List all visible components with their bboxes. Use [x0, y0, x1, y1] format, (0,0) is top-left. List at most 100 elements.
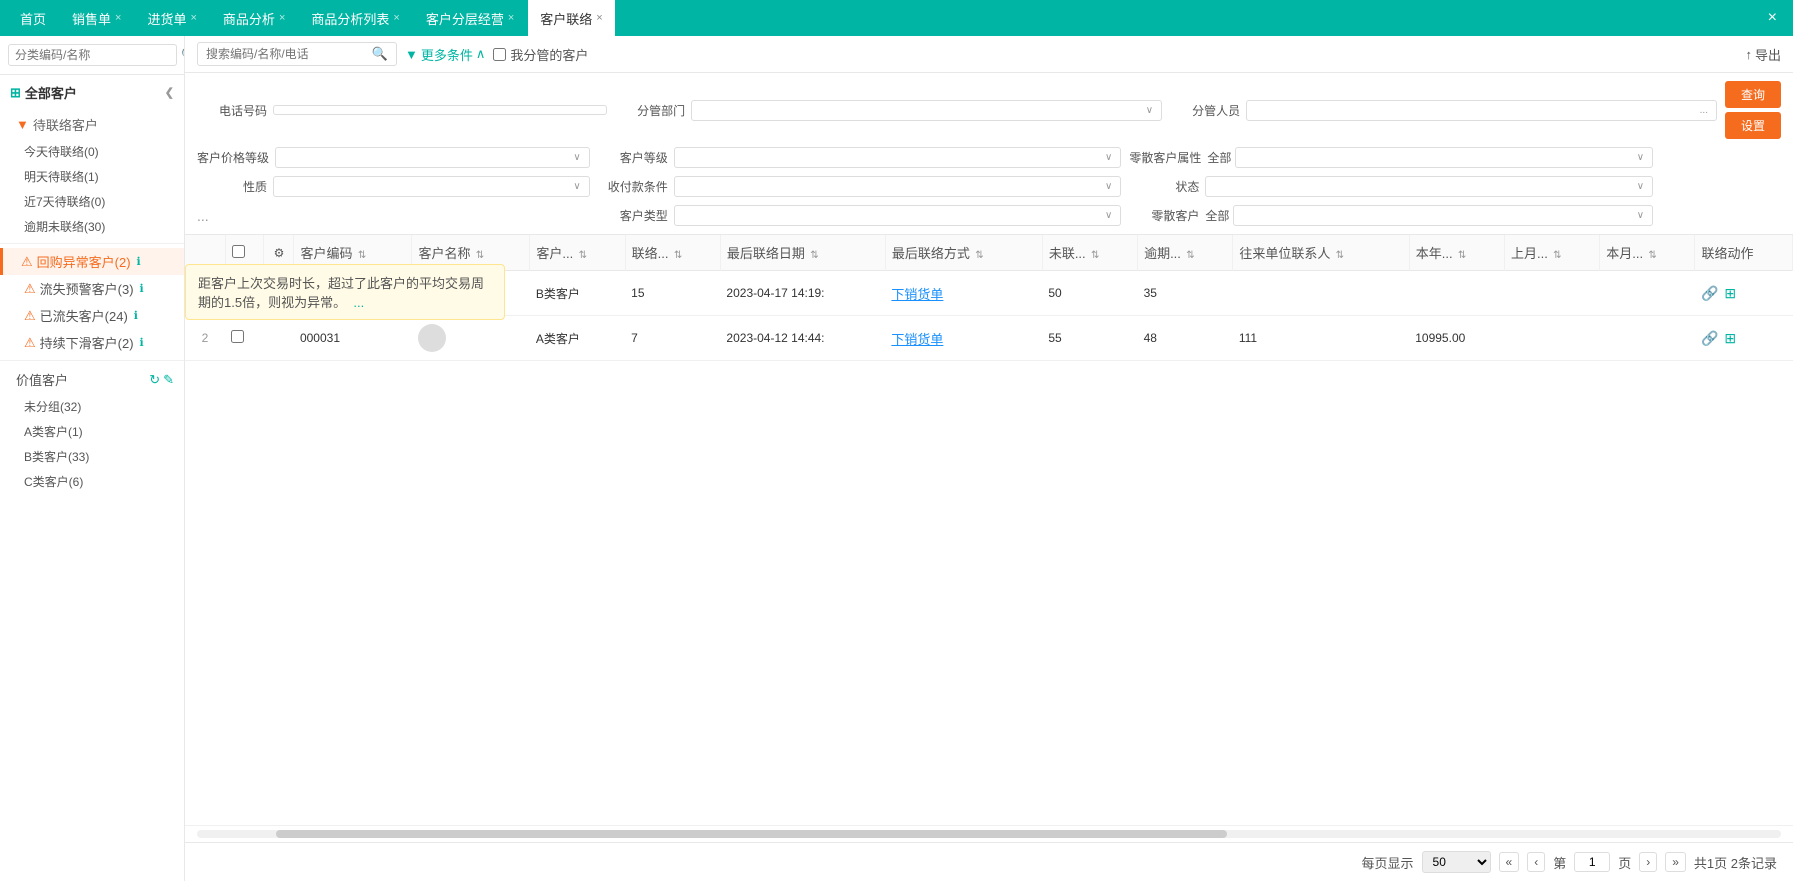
sidebar-search-area: 🔍 — [0, 36, 184, 75]
manager-input[interactable]: ... — [1246, 100, 1717, 121]
next-page-btn[interactable]: › — [1639, 852, 1657, 872]
refresh-icon[interactable]: ↻ — [149, 372, 160, 388]
dept-input[interactable]: ∨ — [691, 100, 1162, 121]
sidebar-item-7days[interactable]: 近7天待联络(0) — [0, 189, 184, 214]
col-overdue[interactable]: 逾期... ⇅ — [1138, 235, 1233, 271]
sidebar-all-customers[interactable]: ⊞ 全部客户 ❮ — [0, 75, 184, 110]
search-icon[interactable]: 🔍 — [372, 46, 388, 62]
close-icon[interactable]: × — [596, 12, 602, 24]
sidebar-item-churn-warning[interactable]: ⚠ 流失预警客户(3) ℹ — [0, 275, 184, 302]
chevron-down-icon: ∨ — [1637, 181, 1644, 192]
horizontal-scrollbar[interactable] — [185, 825, 1793, 842]
payment-input[interactable]: ∨ — [674, 176, 1122, 197]
more-filters-btn[interactable]: ... — [197, 208, 209, 224]
sidebar-item-today[interactable]: 今天待联络(0) — [0, 139, 184, 164]
sidebar-group-pending[interactable]: ▼ 待联络客户 — [0, 110, 184, 139]
my-customers-checkbox[interactable] — [493, 48, 506, 61]
close-icon[interactable]: × — [393, 12, 399, 24]
nav-item-customer-tier[interactable]: 客户分层经营 × — [414, 0, 526, 36]
row-last-method[interactable]: 下销货单 — [885, 271, 1042, 316]
nav-item-purchase[interactable]: 进货单 × — [135, 0, 208, 36]
row-last-method[interactable]: 下销货单 — [885, 316, 1042, 361]
sidebar-item-class-b[interactable]: B类客户(33) — [0, 444, 184, 469]
filter-gender: 性质 ∨ — [197, 176, 590, 197]
sidebar-item-unclassified[interactable]: 未分组(32) — [0, 394, 184, 419]
page-size-select[interactable]: 50 20 100 — [1422, 851, 1491, 873]
contact-icon[interactable]: 🔗 — [1701, 285, 1718, 302]
chevron-down-icon: ∨ — [1105, 181, 1112, 192]
collapse-icon[interactable]: ❮ — [165, 86, 174, 99]
nav-item-customer-contact[interactable]: 客户联络 × — [528, 0, 614, 36]
sidebar-item-tomorrow[interactable]: 明天待联络(1) — [0, 164, 184, 189]
nav-item-product-list[interactable]: 商品分析列表 × — [299, 0, 411, 36]
nav-item-home[interactable]: 首页 — [8, 0, 58, 36]
col-last-contact-method[interactable]: 最后联络方式 ⇅ — [885, 235, 1042, 271]
settings-button[interactable]: 设置 — [1725, 112, 1781, 139]
edit-icon[interactable]: ✎ — [163, 372, 174, 388]
sort-icon: ⇅ — [1458, 250, 1466, 261]
sidebar-item-repurchase-anomaly[interactable]: ⚠ 回购异常客户(2) ℹ — [0, 248, 184, 275]
last-page-btn[interactable]: » — [1665, 852, 1686, 872]
nav-item-sales[interactable]: 销售单 × — [60, 0, 133, 36]
close-icon[interactable]: × — [508, 12, 514, 24]
gender-input[interactable]: ∨ — [273, 176, 590, 197]
more-conditions-btn[interactable]: ▼ 更多条件 ∧ — [405, 45, 485, 64]
col-customer-type[interactable]: 客户... ⇅ — [530, 235, 625, 271]
warning-icon: ⚠ — [24, 308, 36, 324]
customer-type-input[interactable]: ∨ — [674, 205, 1122, 226]
sort-icon: ⇅ — [810, 250, 818, 261]
sidebar-item-class-c[interactable]: C类客户(6) — [0, 469, 184, 494]
sidebar-item-churned[interactable]: ⚠ 已流失客户(24) ℹ — [0, 302, 184, 329]
select-all-checkbox[interactable] — [232, 245, 245, 258]
row-this-month — [1600, 316, 1695, 361]
more-action-icon[interactable]: ⊞ — [1724, 330, 1736, 347]
row-select-checkbox[interactable] — [231, 330, 244, 343]
retail-input[interactable]: ∨ — [1233, 205, 1653, 226]
sort-icon: ⇅ — [1648, 250, 1656, 261]
first-page-btn[interactable]: « — [1499, 852, 1520, 872]
sort-icon: ⇅ — [674, 250, 682, 261]
close-icon[interactable]: × — [279, 12, 285, 24]
sidebar-item-overdue[interactable]: 逾期未联络(30) — [0, 214, 184, 239]
query-button[interactable]: 查询 — [1725, 81, 1781, 108]
sidebar-search-button[interactable]: 🔍 — [177, 45, 185, 65]
row-type: B类客户 — [530, 271, 625, 316]
col-unit-contacts[interactable]: 往来单位联系人 ⇅ — [1233, 235, 1409, 271]
col-this-month[interactable]: 本月... ⇅ — [1600, 235, 1695, 271]
customer-level-input[interactable]: ∨ — [674, 147, 1122, 168]
price-level-input[interactable]: ∨ — [275, 147, 590, 168]
chevron-down-icon: ∨ — [1637, 152, 1644, 163]
close-icon[interactable]: × — [115, 12, 121, 24]
page-number-input[interactable] — [1574, 852, 1610, 872]
status-input[interactable]: ∨ — [1205, 176, 1653, 197]
nav-close-btn[interactable]: × — [1760, 9, 1785, 27]
top-navigation: 首页 销售单 × 进货单 × 商品分析 × 商品分析列表 × 客户分层经营 × … — [0, 0, 1793, 36]
more-action-icon[interactable]: ⊞ — [1724, 285, 1736, 302]
row-current-year: 10995.00 — [1409, 316, 1504, 361]
tooltip-box: 距客户上次交易时长，超过了此客户的平均交易周期的1.5倍，则视为异常。 ... — [185, 264, 505, 320]
phone-input[interactable] — [273, 105, 607, 115]
tooltip-more-icon[interactable]: ... — [353, 295, 364, 310]
nav-item-product-analysis[interactable]: 商品分析 × — [211, 0, 297, 36]
sort-icon: ⇅ — [1186, 250, 1194, 261]
sidebar-search-input[interactable] — [8, 44, 177, 66]
close-icon[interactable]: × — [190, 12, 196, 24]
export-button[interactable]: ↑ 导出 — [1745, 45, 1781, 64]
filter-search-input[interactable] — [206, 47, 372, 61]
chevron-down-icon: ∨ — [573, 152, 580, 163]
sidebar-item-class-a[interactable]: A类客户(1) — [0, 419, 184, 444]
col-contact[interactable]: 联络... ⇅ — [625, 235, 720, 271]
retail-attr-input[interactable]: ∨ — [1235, 147, 1653, 168]
contact-icon[interactable]: 🔗 — [1701, 330, 1718, 347]
col-current-year[interactable]: 本年... ⇅ — [1409, 235, 1504, 271]
prev-page-btn[interactable]: ‹ — [1527, 852, 1545, 872]
sidebar-item-declining[interactable]: ⚠ 持续下滑客户(2) ℹ — [0, 329, 184, 356]
divider2 — [0, 360, 184, 361]
col-last-contact-date[interactable]: 最后联络日期 ⇅ — [720, 235, 885, 271]
col-unread[interactable]: 未联... ⇅ — [1042, 235, 1137, 271]
row-contact-count: 7 — [625, 316, 720, 361]
row-unit-contacts — [1233, 271, 1409, 316]
col-last-month[interactable]: 上月... ⇅ — [1504, 235, 1599, 271]
table-row: 2 000031 A类客户 7 2023-04-12 14:44: 下销货单 — [185, 316, 1793, 361]
filter-row-2: 客户价格等级 ∨ 客户等级 ∨ 零散客户属性 全部 — [197, 147, 1781, 168]
